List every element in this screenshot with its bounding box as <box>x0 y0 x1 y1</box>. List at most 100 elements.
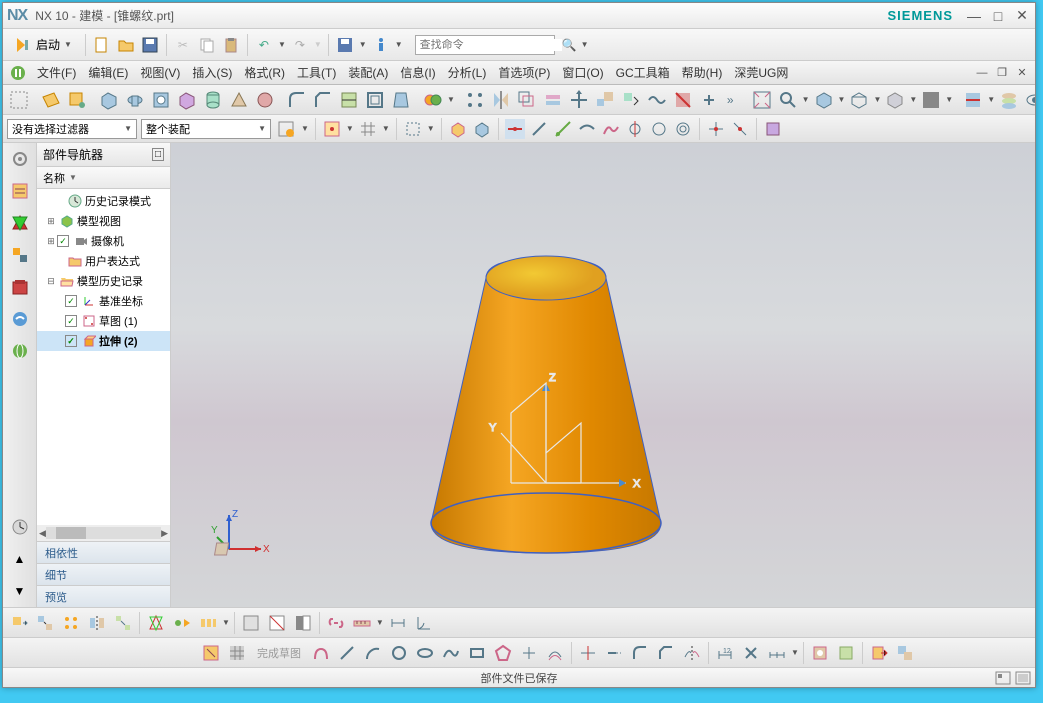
collapse-up-icon[interactable]: ▲ <box>8 547 32 571</box>
face-filter-icon[interactable] <box>505 119 525 139</box>
menu-file[interactable]: 文件(F) <box>31 61 82 84</box>
profile-icon[interactable] <box>309 641 333 665</box>
delete-face-icon[interactable] <box>671 88 695 112</box>
zoom-icon[interactable] <box>776 88 800 112</box>
intersection-icon[interactable] <box>706 119 726 139</box>
checkbox-icon[interactable]: ✓ <box>65 295 77 307</box>
distance-icon[interactable] <box>386 611 410 635</box>
datum-axis-icon[interactable] <box>65 88 89 112</box>
datum-plane-icon[interactable] <box>39 88 63 112</box>
minimize-button[interactable]: — <box>965 8 983 24</box>
menu-gc-toolbox[interactable]: GC工具箱 <box>610 61 676 84</box>
checkbox-icon[interactable]: ✓ <box>65 315 77 327</box>
invert-shown-icon[interactable] <box>291 611 315 635</box>
collapse-down-icon[interactable]: ▼ <box>8 579 32 603</box>
unite-icon[interactable] <box>421 88 445 112</box>
orientation-triad[interactable]: X Y Z <box>211 507 271 567</box>
tree-row-cameras[interactable]: ⊞ ✓ 摄像机 <box>37 231 170 251</box>
arc-icon[interactable] <box>361 641 385 665</box>
render-style-icon[interactable] <box>883 88 907 112</box>
offset-icon[interactable] <box>515 88 539 112</box>
edge-filter-icon[interactable] <box>529 119 549 139</box>
rectangle-icon[interactable] <box>465 641 489 665</box>
fillet-sketch-icon[interactable] <box>628 641 652 665</box>
scope-combo[interactable]: 整个装配▼ <box>141 119 271 139</box>
shell-icon[interactable] <box>363 88 387 112</box>
new-file-icon[interactable] <box>92 35 112 55</box>
doc-minimize-button[interactable]: — <box>973 65 991 81</box>
doc-close-button[interactable]: ✕ <box>1013 65 1031 81</box>
status-box1-icon[interactable] <box>995 671 1011 685</box>
navigator-hscroll[interactable]: ◀ ▶ <box>37 525 170 541</box>
wireframe-icon[interactable] <box>847 88 871 112</box>
menu-insert[interactable]: 插入(S) <box>186 61 238 84</box>
command-search[interactable]: 🔍 ▼ <box>415 35 555 55</box>
browser-icon[interactable] <box>8 339 32 363</box>
tree-row-model-history[interactable]: ⊟ 模型历史记录 <box>37 271 170 291</box>
tree-row-extrude-2[interactable]: ✓ 拉伸 (2) <box>37 331 170 351</box>
cut-icon[interactable]: ✂ <box>173 35 193 55</box>
menu-edit[interactable]: 编辑(E) <box>82 61 134 84</box>
sequence-icon[interactable] <box>196 611 220 635</box>
mirror-assembly-icon[interactable] <box>85 611 109 635</box>
search-input[interactable] <box>420 39 562 51</box>
open-file-icon[interactable] <box>116 35 136 55</box>
fit-view-icon[interactable] <box>750 88 774 112</box>
nx-menu-icon[interactable] <box>9 64 27 82</box>
draft-icon[interactable] <box>389 88 413 112</box>
save-icon[interactable] <box>140 35 160 55</box>
sketch-tools2-icon[interactable] <box>834 641 858 665</box>
measure-icon[interactable] <box>350 611 374 635</box>
body-filter-icon[interactable] <box>649 119 669 139</box>
point-filter-icon[interactable] <box>577 119 597 139</box>
preselect-icon[interactable] <box>472 119 492 139</box>
polygon-icon[interactable] <box>491 641 515 665</box>
wave-icon[interactable] <box>645 88 669 112</box>
show-only-icon[interactable] <box>239 611 263 635</box>
menu-window[interactable]: 窗口(O) <box>556 61 609 84</box>
offset-curve-icon[interactable] <box>543 641 567 665</box>
thicken-icon[interactable] <box>541 88 565 112</box>
sketch-grid-icon[interactable] <box>225 641 249 665</box>
menu-help[interactable]: 帮助(H) <box>676 61 729 84</box>
section-preview[interactable]: 预览 <box>37 585 170 607</box>
menu-shenzhen-ug[interactable]: 深莞UG网 <box>728 61 794 84</box>
tangent-filter-icon[interactable] <box>625 119 645 139</box>
checkbox-icon[interactable]: ✓ <box>57 235 69 247</box>
menu-analysis[interactable]: 分析(L) <box>442 61 493 84</box>
arrangement-icon[interactable] <box>170 611 194 635</box>
show-hide-icon[interactable] <box>1023 88 1035 112</box>
tree-row-datum-csys[interactable]: ✓ 基准坐标 <box>37 291 170 311</box>
gear-icon[interactable] <box>8 147 32 171</box>
extend-curve-icon[interactable] <box>602 641 626 665</box>
cylinder-icon[interactable] <box>201 88 225 112</box>
paste-icon[interactable] <box>221 35 241 55</box>
tree-row-expressions[interactable]: 用户表达式 <box>37 251 170 271</box>
section-icon[interactable] <box>961 88 985 112</box>
overflow-icon[interactable]: » <box>727 93 734 107</box>
edge-blend-icon[interactable] <box>285 88 309 112</box>
constraint-nav-icon[interactable] <box>8 211 32 235</box>
link-icon[interactable] <box>324 611 348 635</box>
more-features-icon[interactable] <box>697 88 721 112</box>
navigator-column-header[interactable]: 名称 ▼ <box>37 167 170 189</box>
history-icon[interactable] <box>8 515 32 539</box>
pin-icon[interactable]: □ <box>152 148 164 161</box>
menu-info[interactable]: 信息(I) <box>394 61 441 84</box>
sketch-exit-icon[interactable] <box>867 641 891 665</box>
save-alt-icon[interactable] <box>335 35 355 55</box>
circle-icon[interactable] <box>387 641 411 665</box>
scale-icon[interactable] <box>593 88 617 112</box>
background-icon[interactable] <box>919 88 943 112</box>
angle-icon[interactable] <box>412 611 436 635</box>
quadrant-icon[interactable] <box>730 119 750 139</box>
spline-sketch-icon[interactable] <box>439 641 463 665</box>
mirror-curve-icon[interactable] <box>680 641 704 665</box>
info-icon[interactable] <box>371 35 391 55</box>
pattern-icon[interactable] <box>463 88 487 112</box>
shaded-icon[interactable] <box>812 88 836 112</box>
hd3d-icon[interactable] <box>8 307 32 331</box>
exploded-view-icon[interactable] <box>111 611 135 635</box>
extrude-icon[interactable] <box>97 88 121 112</box>
constraint-sketch-icon[interactable] <box>739 641 763 665</box>
